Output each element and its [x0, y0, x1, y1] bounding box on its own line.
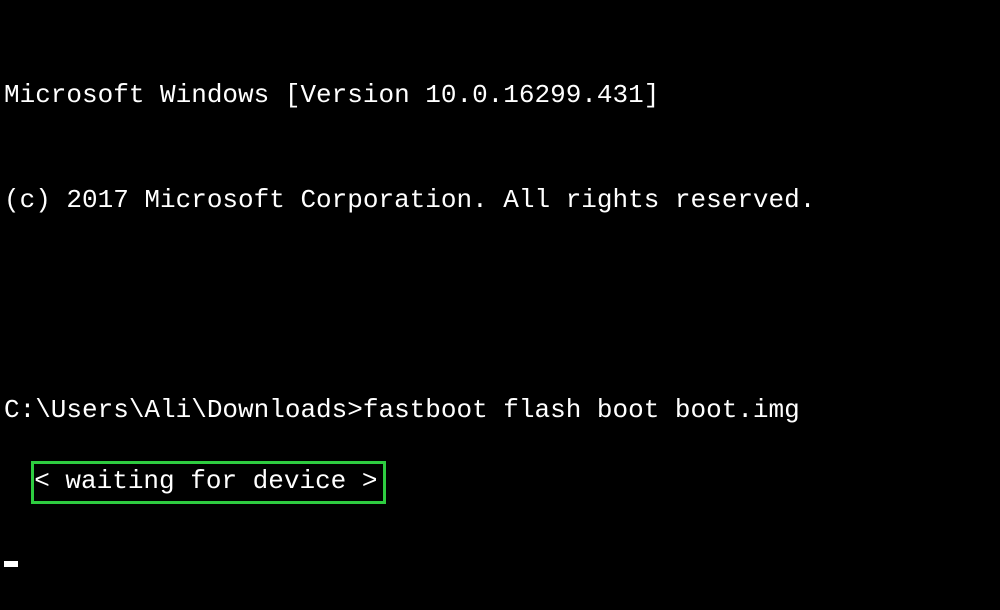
cursor	[4, 561, 18, 567]
copyright-line: (c) 2017 Microsoft Corporation. All righ…	[4, 183, 1000, 218]
prompt-path: C:\Users\Ali\Downloads>	[4, 395, 363, 425]
command-text: fastboot flash boot boot.img	[363, 395, 800, 425]
terminal-output[interactable]: Microsoft Windows [Version 10.0.16299.43…	[4, 8, 1000, 610]
command-line: C:\Users\Ali\Downloads>fastboot flash bo…	[4, 393, 1000, 428]
status-highlight: < waiting for device >	[31, 461, 386, 504]
cursor-line	[4, 539, 1000, 574]
version-line: Microsoft Windows [Version 10.0.16299.43…	[4, 78, 1000, 113]
blank-line	[4, 289, 1000, 323]
waiting-status: < waiting for device >	[34, 466, 377, 496]
